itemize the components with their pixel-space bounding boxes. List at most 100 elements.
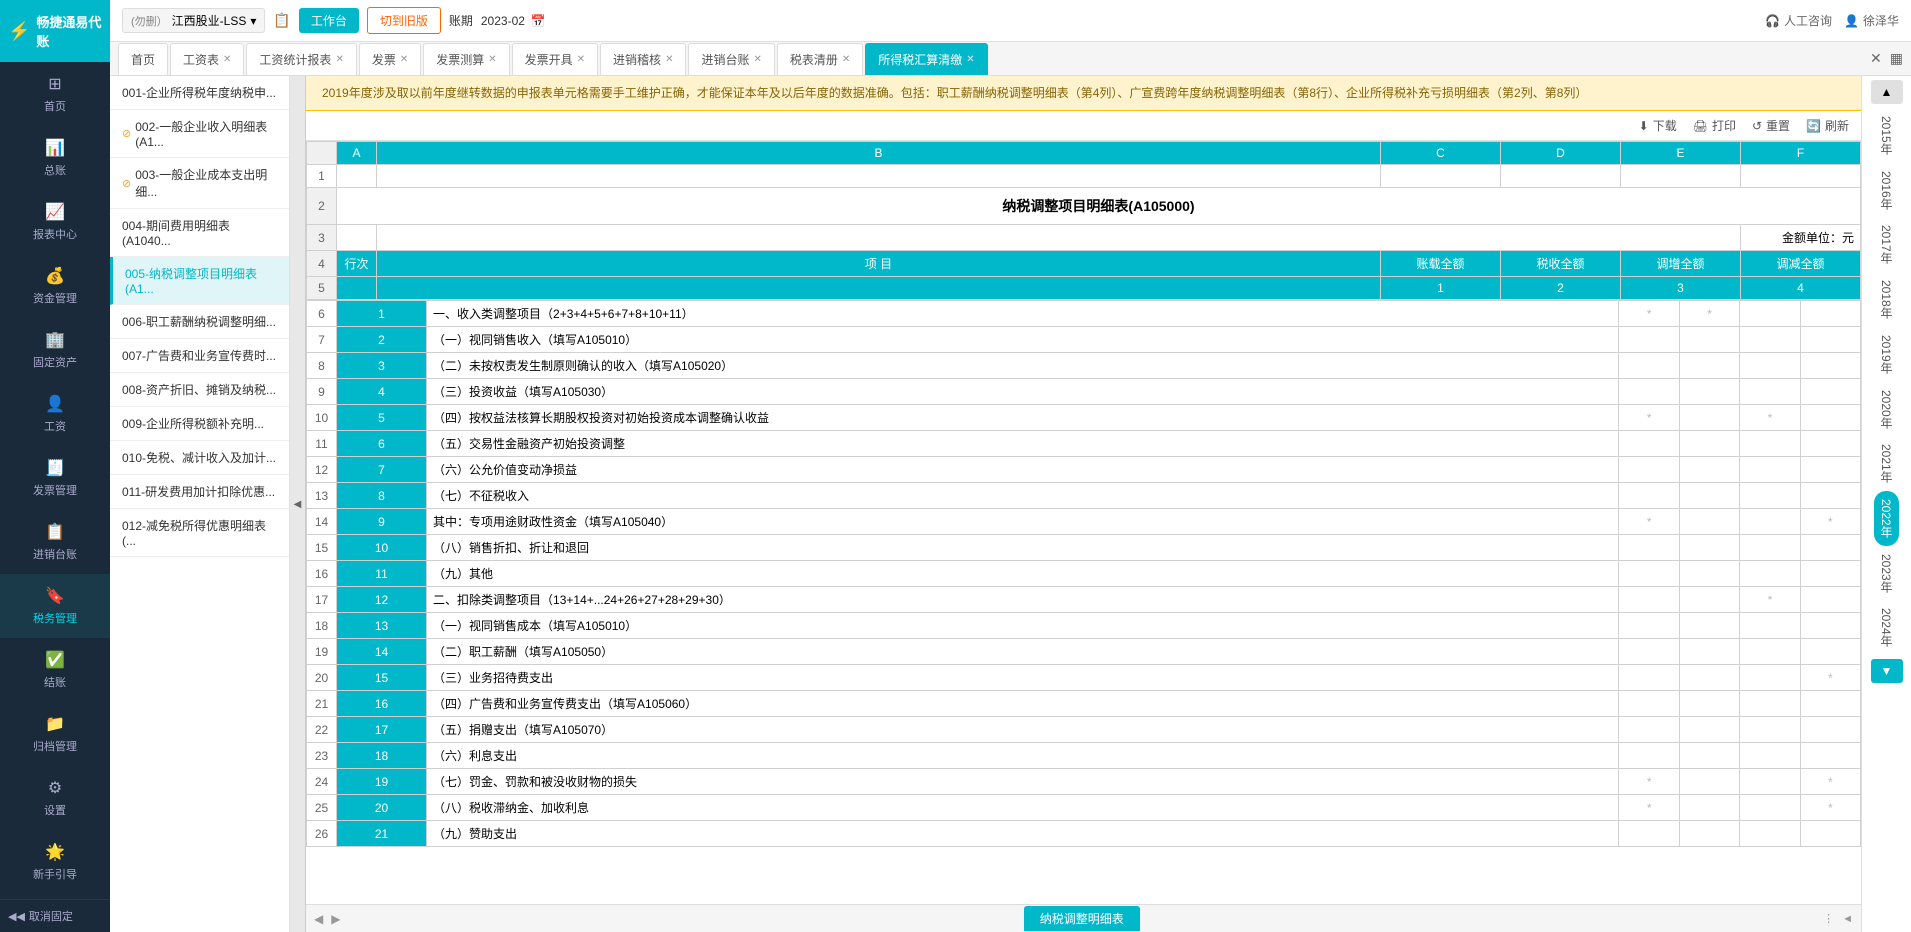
cell-c-15[interactable]	[1619, 665, 1679, 691]
switch-old-button[interactable]: 切到旧版	[367, 7, 441, 34]
tab-invoice-open[interactable]: 发票开具✕	[512, 43, 598, 75]
tab-close-income-tax[interactable]: ✕	[966, 54, 974, 65]
sidebar-item-capital[interactable]: 💰 资金管理	[0, 254, 110, 318]
cell-f-14[interactable]	[1800, 639, 1860, 665]
cell-c-11[interactable]	[1619, 561, 1679, 587]
year-item-2022年[interactable]: 2022年	[1874, 491, 1899, 546]
sidebar-item-payroll[interactable]: 👤 工资	[0, 382, 110, 446]
year-item-2019年[interactable]: 2019年	[1874, 327, 1899, 382]
cell-f-7[interactable]	[1800, 457, 1860, 483]
sidebar-logo[interactable]: ⚡ 畅捷通易代账	[0, 0, 110, 62]
print-button[interactable]: 🖨 打印	[1693, 117, 1736, 134]
workbench-button[interactable]: 工作台	[299, 8, 359, 33]
cell-c-4[interactable]	[1619, 379, 1679, 405]
cell-item-14[interactable]: （二）职工薪酬（填写A105050）	[427, 639, 1619, 665]
cell-f-4[interactable]	[1800, 379, 1860, 405]
cell-e-12[interactable]: *	[1740, 587, 1800, 613]
cell-c-17[interactable]	[1619, 717, 1679, 743]
cell-c-12[interactable]	[1619, 587, 1679, 613]
scroll-prev[interactable]: ◀	[314, 912, 323, 926]
cell-item-2[interactable]: （一）视同销售收入（填写A105010）	[427, 327, 1619, 353]
tab-close-input-ledger[interactable]: ✕	[753, 54, 761, 65]
cell-e-1[interactable]	[1740, 301, 1800, 327]
cell-f-5[interactable]	[1800, 405, 1860, 431]
close-all-icon[interactable]: ✕	[1870, 50, 1882, 67]
sidebar-item-input-ledger[interactable]: 📋 进销台账	[0, 510, 110, 574]
cell-c-16[interactable]	[1619, 691, 1679, 717]
cell-e-9[interactable]	[1740, 509, 1800, 535]
tab-close-invoice[interactable]: ✕	[400, 54, 408, 65]
cell-e-15[interactable]	[1740, 665, 1800, 691]
cell-f-11[interactable]	[1800, 561, 1860, 587]
cell-item-18[interactable]: （六）利息支出	[427, 743, 1619, 769]
refresh-button[interactable]: 🔄 刷新	[1806, 117, 1849, 134]
cell-f-20[interactable]: *	[1800, 795, 1860, 821]
cell-f-21[interactable]	[1800, 821, 1860, 847]
calendar-icon[interactable]: 📋	[273, 12, 290, 29]
cell-d-16[interactable]	[1679, 691, 1739, 717]
year-item-2016年[interactable]: 2016年	[1874, 163, 1899, 218]
consult-button[interactable]: 🎧 人工咨询	[1765, 12, 1832, 29]
cell-e-19[interactable]	[1740, 769, 1800, 795]
horizontal-scroll-left[interactable]: ◄	[1842, 913, 1853, 925]
cell-c-14[interactable]	[1619, 639, 1679, 665]
cell-e-8[interactable]	[1740, 483, 1800, 509]
tab-invoice-calc[interactable]: 发票测算✕	[423, 43, 509, 75]
cell-f-8[interactable]	[1800, 483, 1860, 509]
cell-e-21[interactable]	[1740, 821, 1800, 847]
cell-e-5[interactable]: *	[1740, 405, 1800, 431]
sidebar-item-guide[interactable]: 🌟 新手引导	[0, 830, 110, 894]
table-container[interactable]: A B C D E F 1	[306, 141, 1861, 904]
user-profile[interactable]: 👤 徐泽华	[1844, 12, 1899, 29]
cell-f-18[interactable]	[1800, 743, 1860, 769]
cell-c-10[interactable]	[1619, 535, 1679, 561]
sidebar-item-tax[interactable]: 🔖 税务管理	[0, 574, 110, 638]
cell-f-10[interactable]	[1800, 535, 1860, 561]
cell-item-9[interactable]: 其中：专项用途财政性资金（填写A105040）	[427, 509, 1619, 535]
cell-d-9[interactable]	[1679, 509, 1739, 535]
left-panel-item-ad-service[interactable]: 007-广告费和业务宣传费时...	[110, 339, 289, 373]
cell-c-3[interactable]	[1619, 353, 1679, 379]
cell-item-11[interactable]: （九）其他	[427, 561, 1619, 587]
cell-d-1[interactable]: *	[1679, 301, 1739, 327]
cell-item-15[interactable]: （三）业务招待费支出	[427, 665, 1619, 691]
cell-e-2[interactable]	[1740, 327, 1800, 353]
cell-item-21[interactable]: （九）赞助支出	[427, 821, 1619, 847]
left-panel-item-asset-deprec[interactable]: 008-资产折旧、摊销及纳税...	[110, 373, 289, 407]
cell-d-20[interactable]	[1679, 795, 1739, 821]
cell-d-7[interactable]	[1679, 457, 1739, 483]
cell-c-1[interactable]: *	[1619, 301, 1679, 327]
cell-f-15[interactable]: *	[1800, 665, 1860, 691]
cell-item-5[interactable]: （四）按权益法核算长期股权投资对初始投资成本调整确认收益	[427, 405, 1619, 431]
year-item-2023年[interactable]: 2023年	[1874, 546, 1899, 601]
sidebar-footer[interactable]: ◀◀ 取消固定	[0, 899, 110, 932]
download-button[interactable]: ⬇ 下载	[1639, 117, 1677, 134]
left-panel-item-exemption[interactable]: 010-免税、减计收入及加计...	[110, 441, 289, 475]
cell-f-16[interactable]	[1800, 691, 1860, 717]
scroll-next[interactable]: ▶	[331, 912, 340, 926]
left-panel-item-rd-expense[interactable]: 011-研发费用加计扣除优惠...	[110, 475, 289, 509]
cell-d-10[interactable]	[1679, 535, 1739, 561]
cell-d-12[interactable]	[1679, 587, 1739, 613]
cell-e-6[interactable]	[1740, 431, 1800, 457]
cell-d-6[interactable]	[1679, 431, 1739, 457]
sheet-tab[interactable]: 纳税调整明细表	[1024, 906, 1140, 931]
cell-e-18[interactable]	[1740, 743, 1800, 769]
cell-item-7[interactable]: （六）公允价值变动净损益	[427, 457, 1619, 483]
sidebar-item-reports[interactable]: 📈 报表中心	[0, 190, 110, 254]
cell-item-1[interactable]: 一、收入类调整项目（2+3+4+5+6+7+8+10+11）	[427, 301, 1619, 327]
cell-item-12[interactable]: 二、扣除类调整项目（13+14+...24+26+27+28+29+30）	[427, 587, 1619, 613]
cell-e-10[interactable]	[1740, 535, 1800, 561]
sidebar-item-archive[interactable]: 📁 归档管理	[0, 702, 110, 766]
cell-item-19[interactable]: （七）罚金、罚款和被没收财物的损失	[427, 769, 1619, 795]
cell-d-21[interactable]	[1679, 821, 1739, 847]
cell-c-5[interactable]: *	[1619, 405, 1679, 431]
year-item-2018年[interactable]: 2018年	[1874, 272, 1899, 327]
year-item-2017年[interactable]: 2017年	[1874, 217, 1899, 272]
cell-c-13[interactable]	[1619, 613, 1679, 639]
tab-tax-clear[interactable]: 税表清册✕	[777, 43, 863, 75]
cell-d-18[interactable]	[1679, 743, 1739, 769]
cell-e-3[interactable]	[1740, 353, 1800, 379]
period-selector[interactable]: 账期 2023-02 📅	[449, 12, 546, 29]
cell-e-17[interactable]	[1740, 717, 1800, 743]
